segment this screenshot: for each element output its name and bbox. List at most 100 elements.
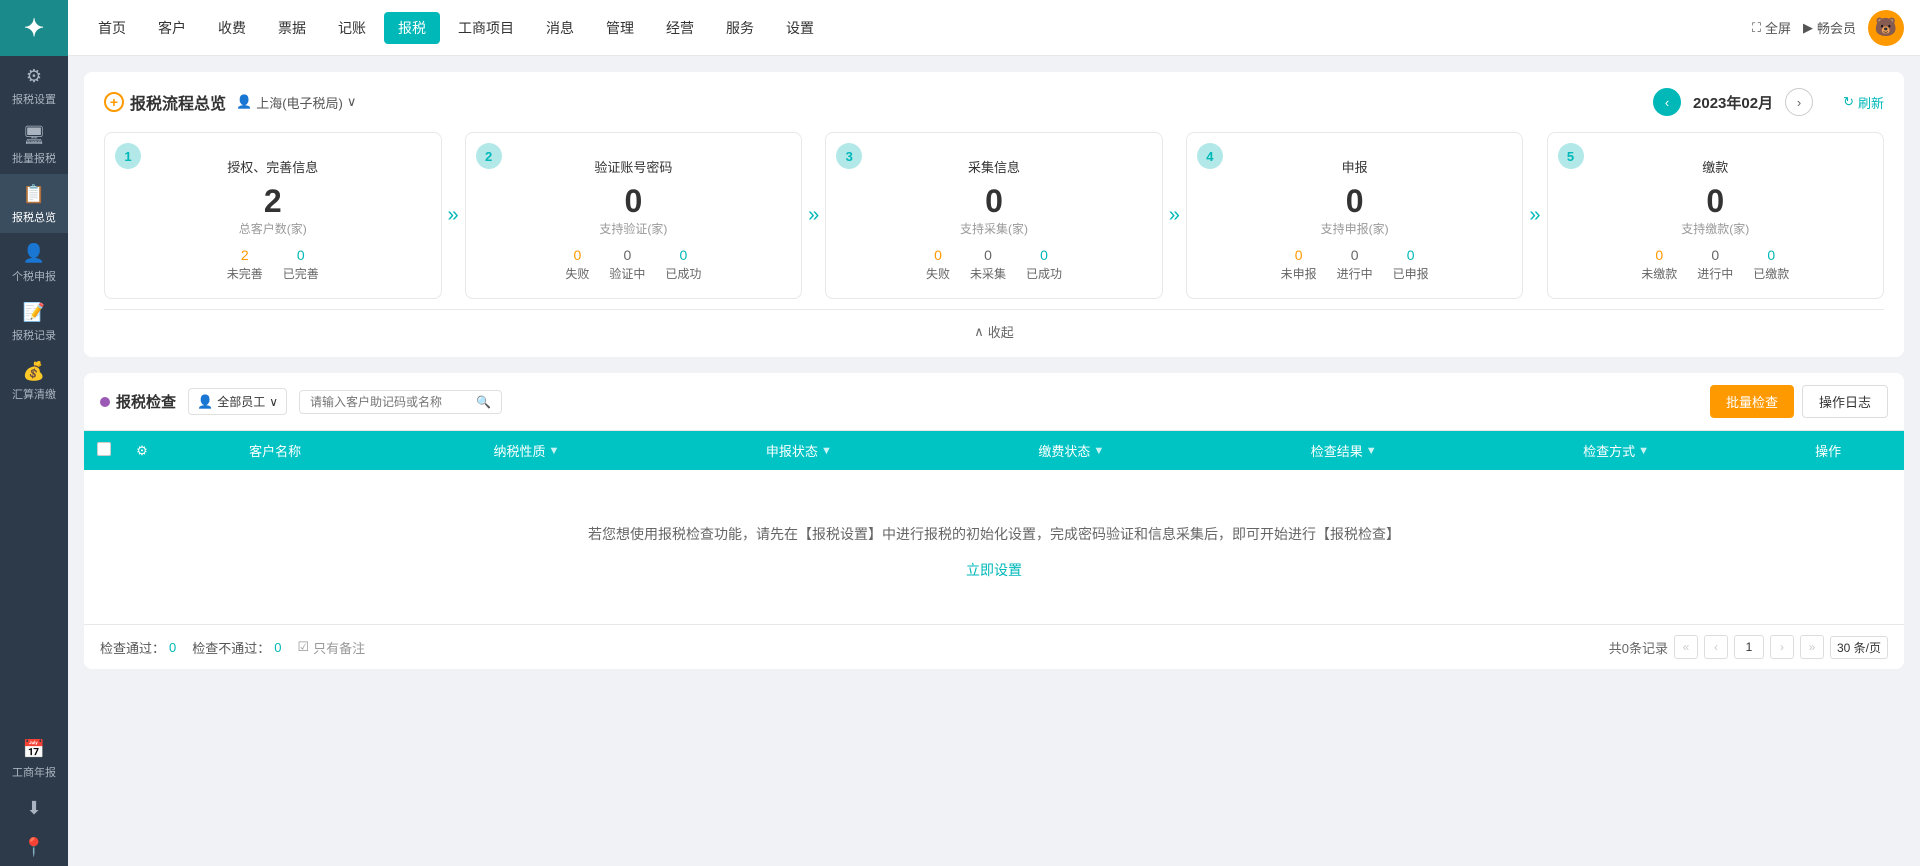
sidebar-bottom: 📅 工商年报 ⬇ 📍 <box>0 729 68 866</box>
table-wrapper: ⚙ 客户名称 纳税性质 ▼ <box>84 431 1904 624</box>
nav-tax[interactable]: 报税 <box>384 12 440 44</box>
sl-success-2: 已成功 <box>665 265 701 282</box>
tax-overview-icon: 📋 <box>23 184 45 205</box>
sidebar-item-baoshuishezhi[interactable]: ⚙ 报税设置 <box>0 56 68 115</box>
footer-fail-value[interactable]: 0 <box>274 640 281 655</box>
filter-pay-icon[interactable]: ▼ <box>1093 445 1104 457</box>
checkbox-icon: ☑ <box>298 639 310 655</box>
operation-log-button[interactable]: 操作日志 <box>1802 385 1888 418</box>
nav-biz[interactable]: 工商项目 <box>444 12 528 44</box>
personal-tax-icon: 👤 <box>23 243 45 264</box>
table-footer: 检查通过： 0 检查不通过： 0 ☑ 只有备注 共0条记录 « ‹ 1 › <box>84 624 1904 669</box>
download-icon: ⬇ <box>26 798 41 819</box>
filter-tax-icon[interactable]: ▼ <box>549 445 560 457</box>
step-num-1: 1 <box>115 143 141 169</box>
fullscreen-icon: ⛶ <box>1752 20 1761 36</box>
vip-button[interactable]: ▶ 畅会员 <box>1803 18 1856 37</box>
setup-link[interactable]: 立即设置 <box>966 562 1022 578</box>
top-nav: 首页 客户 收费 票据 记账 报税 工商项目 消息 管理 经营 服务 设置 ⛶ … <box>68 0 1920 56</box>
arrow-3-4: » <box>1163 132 1186 299</box>
nav-invoice[interactable]: 票据 <box>264 12 320 44</box>
filter-result-icon[interactable]: ▼ <box>1366 445 1377 457</box>
panel-header: + 报税流程总览 👤 上海(电子税局) ∨ ‹ 2023年02月 › ↻ 刷新 <box>104 88 1884 116</box>
nav-client[interactable]: 客户 <box>144 12 200 44</box>
sidebar-label-geshenbaoshu: 个税申报 <box>12 268 56 284</box>
step-stat-mid-4: 0 进行中 <box>1337 247 1373 282</box>
first-page-button[interactable]: « <box>1674 635 1698 659</box>
sidebar: ✦ ⚙ 报税设置 🖥 批量报税 📋 报税总览 👤 个税申报 📝 报税记录 💰 汇… <box>0 0 68 866</box>
nav-service[interactable]: 服务 <box>712 12 768 44</box>
step-stats-5: 0 未缴款 0 进行中 0 已缴款 <box>1564 247 1868 282</box>
nav-mgmt[interactable]: 管理 <box>592 12 648 44</box>
arrow-2-3: » <box>802 132 825 299</box>
next-month-button[interactable]: › <box>1785 88 1813 116</box>
step-count-3: 0 <box>842 182 1146 220</box>
nav-settings[interactable]: 设置 <box>772 12 828 44</box>
step-card-4: 4 申报 0 支持申报(家) 0 未申报 0 进行中 <box>1186 132 1524 299</box>
per-page-selector[interactable]: 30 条/页 <box>1830 636 1888 659</box>
nav-ops[interactable]: 经营 <box>652 12 708 44</box>
sidebar-item-baoshuizonglan[interactable]: 📋 报税总览 <box>0 174 68 233</box>
step-stat-fail-2: 0 失败 <box>565 247 589 282</box>
gear-icon[interactable]: ⚙ <box>136 443 148 458</box>
vip-label: 畅会员 <box>1817 18 1856 37</box>
header-checkbox[interactable] <box>97 442 111 456</box>
staff-filter-dropdown[interactable]: 👤 全部员工 ∨ <box>188 388 287 415</box>
step-count-5: 0 <box>1564 182 1868 220</box>
collapse-button[interactable]: ∧ 收起 <box>104 309 1884 341</box>
steps-row: 1 授权、完善信息 2 总客户数(家) 2 未完善 0 已完善 <box>104 132 1884 299</box>
step-stat-fail-val-1: 2 <box>241 247 249 263</box>
nav-bookkeeping[interactable]: 记账 <box>324 12 380 44</box>
filter-declare-icon[interactable]: ▼ <box>821 445 832 457</box>
user-avatar[interactable]: 🐻 <box>1868 10 1904 46</box>
settlement-icon: 💰 <box>23 361 45 382</box>
month-text: 2023年02月 <box>1693 92 1773 113</box>
step-stat-success-val-1: 0 <box>297 247 305 263</box>
fullscreen-button[interactable]: ⛶ 全屏 <box>1752 18 1791 37</box>
sidebar-item-geshenbaoshu[interactable]: 👤 个税申报 <box>0 233 68 292</box>
step-count-4: 0 <box>1203 182 1507 220</box>
sidebar-item-baoshujilu[interactable]: 📝 报税记录 <box>0 292 68 351</box>
check-panel: 报税检查 👤 全部员工 ∨ 🔍 批量检查 操作日志 <box>84 373 1904 669</box>
check-dot-icon <box>100 397 110 407</box>
sidebar-item-download[interactable]: ⬇ <box>0 788 68 827</box>
sidebar-item-location[interactable]: 📍 <box>0 827 68 866</box>
nav-fees[interactable]: 收费 <box>204 12 260 44</box>
last-page-button[interactable]: » <box>1800 635 1824 659</box>
sidebar-item-gongshangnianbaо[interactable]: 📅 工商年报 <box>0 729 68 788</box>
current-page: 1 <box>1734 635 1764 659</box>
nav-items: 首页 客户 收费 票据 记账 报税 工商项目 消息 管理 经营 服务 设置 <box>84 12 1752 44</box>
step-stat-fail-5: 0 未缴款 <box>1641 247 1677 282</box>
chevron-down-icon: ∨ <box>347 94 357 110</box>
sidebar-item-pilianbaoshu[interactable]: 🖥 批量报税 <box>0 115 68 174</box>
month-nav: ‹ 2023年02月 › <box>1653 88 1813 116</box>
next-page-button[interactable]: › <box>1770 635 1794 659</box>
batch-check-button[interactable]: 批量检查 <box>1710 385 1794 418</box>
nav-home[interactable]: 首页 <box>84 12 140 44</box>
footer-note: ☑ 只有备注 <box>298 638 366 657</box>
step-card-2: 2 验证账号密码 0 支持验证(家) 0 失败 0 验证中 <box>465 132 803 299</box>
footer-fail-label: 检查不通过： <box>192 638 270 657</box>
refresh-button[interactable]: ↻ 刷新 <box>1843 93 1884 112</box>
prev-month-button[interactable]: ‹ <box>1653 88 1681 116</box>
sidebar-label-gongshangnianbaо: 工商年报 <box>12 764 56 780</box>
sl-mid-2: 验证中 <box>609 265 645 282</box>
sidebar-item-huisuanqingshu[interactable]: 💰 汇算清缴 <box>0 351 68 410</box>
step-stat-fail-1: 2 未完善 <box>227 247 263 282</box>
nav-msg[interactable]: 消息 <box>532 12 588 44</box>
vip-icon: ▶ <box>1803 20 1813 36</box>
search-input[interactable] <box>310 395 470 409</box>
step-card-5: 5 缴款 0 支持缴款(家) 0 未缴款 0 进行中 <box>1547 132 1885 299</box>
sidebar-label-huisuanqingshu: 汇算清缴 <box>12 386 56 402</box>
step-stat-success-2: 0 已成功 <box>665 247 701 282</box>
search-icon[interactable]: 🔍 <box>476 395 491 409</box>
prev-page-button[interactable]: ‹ <box>1704 635 1728 659</box>
step-num-2: 2 <box>476 143 502 169</box>
filter-method-icon[interactable]: ▼ <box>1638 445 1649 457</box>
step-stat-success-1: 0 已完善 <box>283 247 319 282</box>
footer-pass-value[interactable]: 0 <box>169 640 176 655</box>
footer-pass-label: 检查通过： <box>100 638 165 657</box>
table-header-row: ⚙ 客户名称 纳税性质 ▼ <box>84 431 1904 470</box>
step-num-5: 5 <box>1558 143 1584 169</box>
location-tag[interactable]: 👤 上海(电子税局) ∨ <box>236 93 356 112</box>
